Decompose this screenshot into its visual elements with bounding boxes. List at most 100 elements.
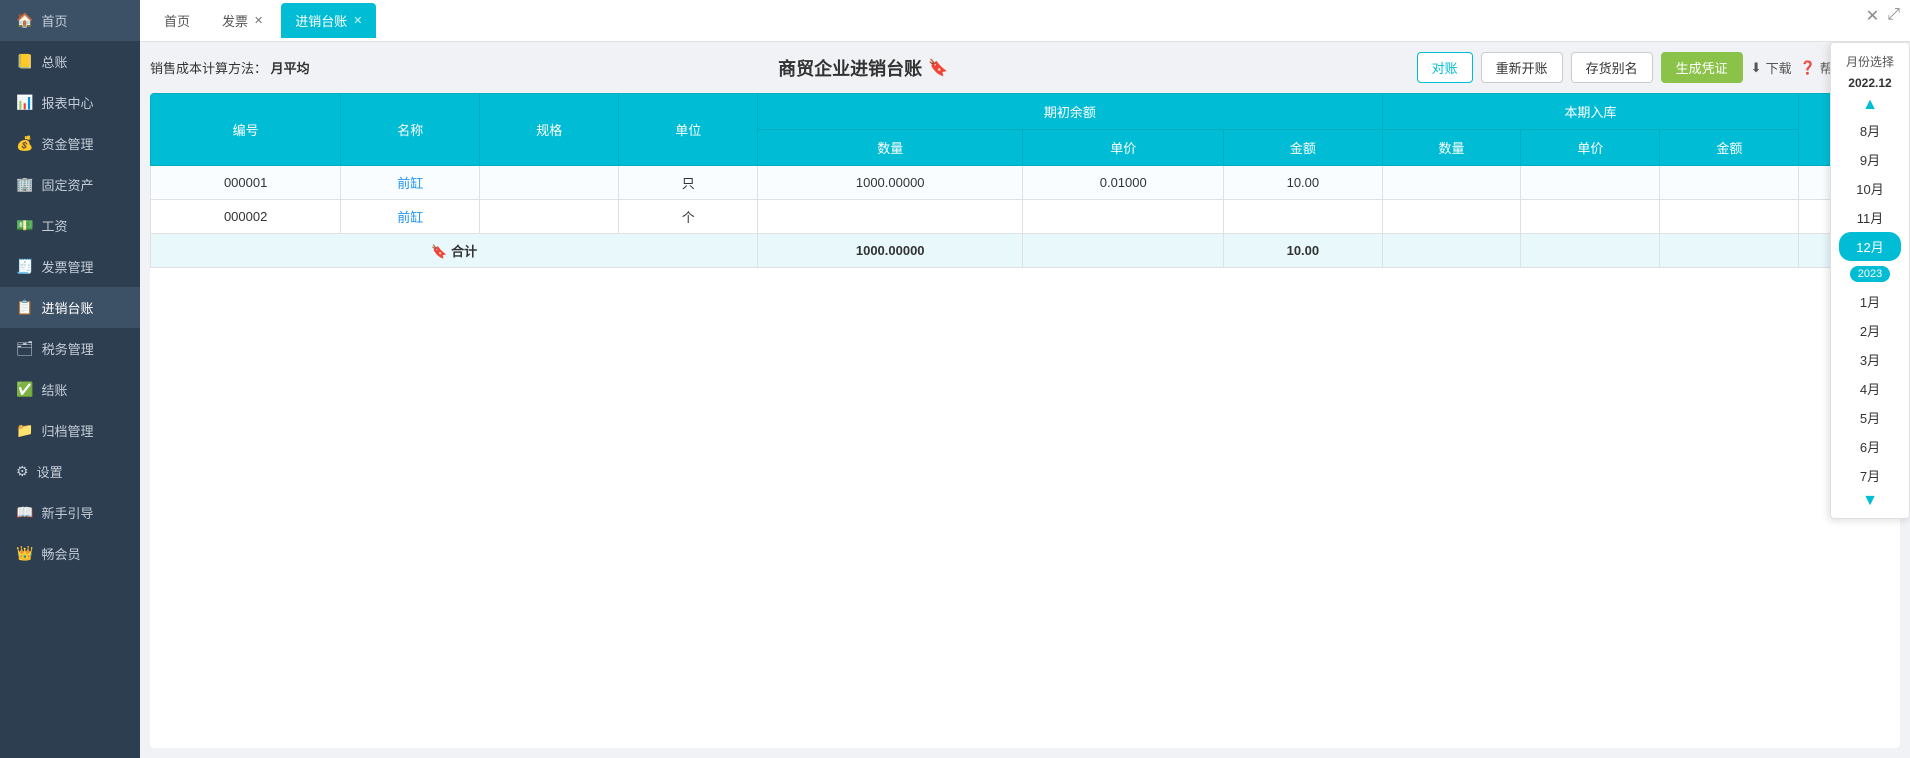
month-2[interactable]: 2月 [1831, 316, 1909, 345]
col-sub-opening-qty: 数量 [758, 130, 1023, 166]
cost-method-value: 月平均 [271, 61, 310, 76]
reports-icon: 📊 [16, 94, 33, 111]
tab-purchase-sales[interactable]: 进销台账✕ [281, 3, 376, 38]
sidebar-item-guide[interactable]: 📖新手引导 [0, 492, 140, 533]
total-opening-qty: 1000.00000 [758, 234, 1023, 268]
generate-voucher-button[interactable]: 生成凭证 [1661, 52, 1743, 83]
sidebar-item-funds[interactable]: 💰资金管理 [0, 123, 140, 164]
col-group-opening: 期初余额 [758, 94, 1382, 130]
col-sub-in-qty: 数量 [1382, 130, 1521, 166]
sidebar-item-settings[interactable]: ⚙设置 [0, 451, 140, 492]
cell-opening-amount: 10.00 [1224, 166, 1382, 200]
cell-opening-price [1023, 200, 1224, 234]
total-label: 🔖合计 [151, 234, 758, 268]
sidebar-label-vip: 畅会员 [41, 544, 80, 563]
sidebar-item-ledger[interactable]: 📒总账 [0, 41, 140, 82]
cost-method-label: 销售成本计算方法： [150, 61, 267, 76]
cell-name[interactable]: 前缸 [341, 166, 480, 200]
tab-home[interactable]: 首页 [150, 3, 204, 38]
total-in-price [1521, 234, 1660, 268]
name-link[interactable]: 前缸 [397, 176, 423, 191]
cell-name[interactable]: 前缸 [341, 200, 480, 234]
help-icon: ❓ [1800, 60, 1816, 76]
month-1[interactable]: 1月 [1831, 287, 1909, 316]
month-6[interactable]: 6月 [1831, 432, 1909, 461]
maximize-window-button[interactable]: ⤢ [1887, 6, 1900, 26]
name-link[interactable]: 前缸 [397, 210, 423, 225]
col-sub-opening-amount: 金额 [1224, 130, 1382, 166]
cell-unit: 个 [619, 200, 758, 234]
sidebar-item-home[interactable]: 🏠首页 [0, 0, 140, 41]
month-7[interactable]: 7月 [1831, 461, 1909, 490]
archive-icon: 📁 [16, 422, 33, 439]
cell-id: 000001 [151, 166, 341, 200]
sidebar-label-payroll: 工资 [41, 216, 67, 235]
month-12-active[interactable]: 12月 [1839, 232, 1901, 261]
total-row: 🔖合计 1000.00000 10.00 [151, 234, 1900, 268]
sidebar-item-purchase-sales[interactable]: 📋进销台账 [0, 287, 140, 328]
cell-unit: 只 [619, 166, 758, 200]
col-sub-in-price: 单价 [1521, 130, 1660, 166]
window-controls: ✕ ⤢ [1866, 6, 1900, 26]
sidebar-label-purchase-sales: 进销台账 [41, 298, 93, 317]
month-11[interactable]: 11月 [1831, 203, 1909, 232]
month-8[interactable]: 8月 [1831, 116, 1909, 145]
col-header-spec: 规格 [480, 94, 619, 166]
cost-method: 销售成本计算方法： 月平均 [150, 58, 310, 77]
month-9[interactable]: 9月 [1831, 145, 1909, 174]
sidebar-item-assets[interactable]: 🏢 固定资产 [0, 164, 140, 205]
col-sub-opening-price: 单价 [1023, 130, 1224, 166]
month-3[interactable]: 3月 [1831, 345, 1909, 374]
sidebar: 🏠首页📒总账📊报表中心💰资金管理🏢固定资产💵工资🧾发票管理📋进销台账🗂税务管理✅… [0, 0, 140, 758]
sidebar-item-vip[interactable]: 👑 畅会员 [0, 533, 140, 574]
top-bar: 销售成本计算方法： 月平均 商贸企业进销台账 🔖 对账 重新开账 存货别名 生成… [150, 52, 1900, 83]
sidebar-item-archive[interactable]: 📁归档管理 [0, 410, 140, 451]
download-button[interactable]: ⬇ 下载 [1751, 58, 1792, 77]
sidebar-label-ledger: 总账 [41, 52, 67, 71]
sidebar-label-assets: 固定资产 [41, 175, 93, 194]
cell-in-price [1521, 166, 1660, 200]
cell-in-qty [1382, 200, 1521, 234]
reconcile-button[interactable]: 对账 [1417, 52, 1473, 83]
month-10[interactable]: 10月 [1831, 174, 1909, 203]
tab-invoice[interactable]: 发票 ✕ [208, 3, 277, 38]
total-opening-price [1023, 234, 1224, 268]
tab-label-invoice: 发票 [222, 11, 248, 30]
save-alias-button[interactable]: 存货别名 [1571, 52, 1653, 83]
tab-close-invoice[interactable]: ✕ [254, 14, 263, 27]
month-4[interactable]: 4月 [1831, 374, 1909, 403]
payroll-icon: 💵 [16, 217, 33, 234]
content-area: 销售成本计算方法： 月平均 商贸企业进销台账 🔖 对账 重新开账 存货别名 生成… [140, 42, 1910, 758]
sidebar-label-tax: 税务管理 [42, 339, 94, 358]
col-header-name: 名称 [341, 94, 480, 166]
month-5[interactable]: 5月 [1831, 403, 1909, 432]
scroll-down-button[interactable]: ▼ [1862, 490, 1878, 512]
reopen-button[interactable]: 重新开账 [1481, 52, 1563, 83]
sidebar-label-invoice-mgmt: 发票管理 [41, 257, 93, 276]
bookmark-icon[interactable]: 🔖 [928, 58, 948, 78]
col-header-unit: 单位 [619, 94, 758, 166]
download-icon: ⬇ [1751, 60, 1762, 76]
close-window-button[interactable]: ✕ [1866, 6, 1879, 26]
tab-close-purchase-sales[interactable]: ✕ [353, 14, 362, 27]
year-2023-badge: 2023 [1850, 266, 1890, 282]
cell-id: 000002 [151, 200, 341, 234]
home-icon: 🏠 [16, 12, 33, 29]
total-in-qty [1382, 234, 1521, 268]
vip-icon: 👑 [16, 545, 33, 562]
checkout-icon: ✅ [16, 381, 33, 398]
sidebar-item-checkout[interactable]: ✅结账 [0, 369, 140, 410]
sidebar-item-reports[interactable]: 📊 报表中心 [0, 82, 140, 123]
assets-icon: 🏢 [16, 176, 33, 193]
sidebar-item-tax[interactable]: 🗂税务管理 [0, 328, 140, 369]
scroll-up-button[interactable]: ▲ [1862, 94, 1878, 116]
main-area: 首页发票✕进销台账✕ 销售成本计算方法： 月平均 商贸企业进销台账 🔖 对账 重… [140, 0, 1910, 758]
sidebar-item-payroll[interactable]: 💵 工资 [0, 205, 140, 246]
sidebar-item-invoice-mgmt[interactable]: 🧾发票管理 [0, 246, 140, 287]
sidebar-label-reports: 报表中心 [41, 93, 93, 112]
cell-spec [480, 166, 619, 200]
data-table: 编号 名称 规格 单位 期初余额 本期入库 数 数量 单价 金额 数量 单价 [150, 93, 1900, 268]
page-title: 商贸企业进销台账 [778, 55, 922, 81]
total-icon: 🔖 [431, 244, 447, 259]
year-2022-label: 2022.12 [1848, 74, 1891, 94]
